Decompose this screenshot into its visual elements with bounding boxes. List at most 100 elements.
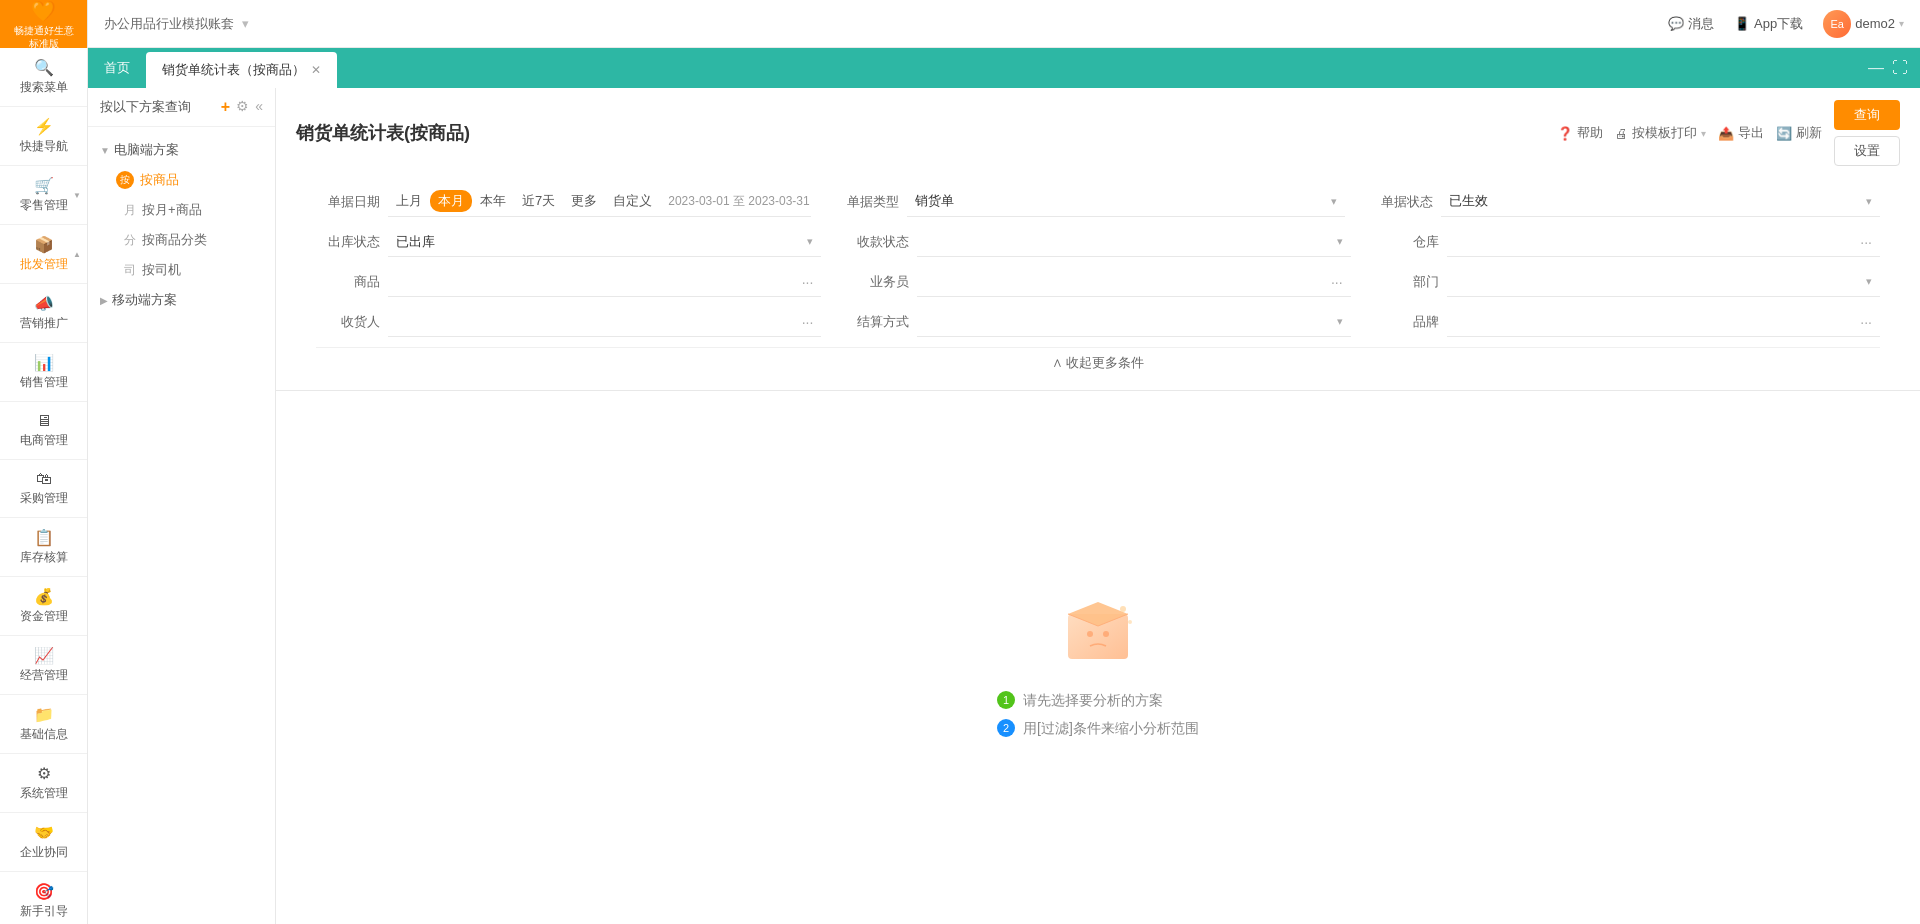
tree-desktop[interactable]: ▼ 电脑端方案 bbox=[88, 135, 275, 165]
tree-mobile[interactable]: ▶ 移动端方案 bbox=[88, 285, 275, 315]
tree-child-by-cashier[interactable]: 司 按司机 bbox=[88, 255, 275, 285]
export-icon: 📤 bbox=[1718, 126, 1734, 141]
sidebar-item-retail[interactable]: 🛒 零售管理 bbox=[0, 166, 87, 225]
sidebar-item-cooperation[interactable]: 🤝 企业协同 bbox=[0, 813, 87, 872]
tree-arrow-down-icon: ▼ bbox=[100, 145, 110, 156]
phone-icon: 📱 bbox=[1734, 16, 1750, 31]
tab-bar: 首页 销货单统计表（按商品） ✕ — ⛶ bbox=[88, 48, 1920, 88]
filter-row-4: 收货人 ··· 结算方式 ▾ 品牌 ··· bbox=[316, 307, 1880, 337]
status-dropdown-icon: ▾ bbox=[1866, 195, 1872, 208]
brand-filter[interactable]: ··· bbox=[1447, 307, 1880, 337]
date-tab-last-month[interactable]: 上月 bbox=[388, 190, 430, 212]
tab-minimize-icon[interactable]: — bbox=[1868, 59, 1884, 77]
date-tab-this-month[interactable]: 本月 bbox=[430, 190, 472, 212]
top-header: 办公用品行业模拟账套 ▾ 💬 消息 📱 App下载 Ea demo2 ▾ bbox=[88, 0, 1920, 48]
sidebar-item-marketing[interactable]: 📣 营销推广 bbox=[0, 284, 87, 343]
scheme-icon-month: 月 bbox=[124, 202, 136, 219]
newguide-icon: 🎯 bbox=[34, 882, 54, 901]
date-tab-this-year[interactable]: 本年 bbox=[472, 190, 514, 212]
status-filter[interactable]: 已生效 ▾ bbox=[1441, 187, 1880, 217]
query-button[interactable]: 查询 bbox=[1834, 100, 1900, 130]
page-header: 销货单统计表(按商品) ❓ 帮助 🖨 按模板打印 ▾ 📤 bbox=[276, 88, 1920, 391]
date-tab-7days[interactable]: 近7天 bbox=[514, 190, 563, 212]
breadcrumb-arrow: ▾ bbox=[242, 16, 249, 31]
avatar: Ea bbox=[1823, 10, 1851, 38]
date-tab-custom[interactable]: 自定义 bbox=[605, 190, 660, 212]
sidebar-item-wholesale[interactable]: 📦 批发管理 bbox=[0, 225, 87, 284]
help-btn[interactable]: ❓ 帮助 bbox=[1557, 124, 1603, 142]
tip-number-1: 1 bbox=[997, 691, 1015, 709]
print-btn[interactable]: 🖨 按模板打印 ▾ bbox=[1615, 124, 1706, 142]
receiver-filter[interactable]: ··· bbox=[388, 307, 821, 337]
sidebar-item-finance[interactable]: 💰 资金管理 bbox=[0, 577, 87, 636]
sidebar-item-purchase[interactable]: 🛍 采购管理 bbox=[0, 460, 87, 518]
payment-dropdown-icon: ▾ bbox=[1337, 235, 1343, 248]
query-settings-group: 查询 设置 bbox=[1834, 100, 1900, 166]
dept-filter[interactable]: ▾ bbox=[1447, 267, 1880, 297]
salesperson-filter[interactable]: ··· bbox=[917, 267, 1350, 297]
collapse-bar[interactable]: ∧ 收起更多条件 bbox=[316, 347, 1880, 378]
sidebar-item-inventory[interactable]: 📋 库存核算 bbox=[0, 518, 87, 577]
sidebar-item-quick[interactable]: ⚡ 快捷导航 bbox=[0, 107, 87, 166]
tip-number-2: 2 bbox=[997, 719, 1015, 737]
help-icon: ❓ bbox=[1557, 126, 1573, 141]
config-scheme-btn[interactable]: ⚙ bbox=[236, 98, 249, 116]
filter-area: 单据日期 上月 本月 本年 近7天 更多 自定义 2023-03-01 至 20… bbox=[296, 174, 1900, 390]
add-scheme-btn[interactable]: + bbox=[221, 98, 230, 116]
chevron-down-icon: ▾ bbox=[1899, 18, 1904, 29]
tree-arrow-right-icon: ▶ bbox=[100, 295, 108, 306]
header-left: 办公用品行业模拟账套 ▾ bbox=[104, 15, 249, 33]
settlement-label: 结算方式 bbox=[845, 313, 917, 331]
sidebar-item-operations[interactable]: 📈 经营管理 bbox=[0, 636, 87, 695]
export-btn[interactable]: 📤 导出 bbox=[1718, 124, 1764, 142]
tab-close-icon[interactable]: ✕ bbox=[311, 63, 321, 77]
out-dropdown-icon: ▾ bbox=[807, 235, 813, 248]
type-value: 销货单 bbox=[915, 192, 954, 210]
sidebar-item-system[interactable]: ⚙ 系统管理 bbox=[0, 754, 87, 813]
receiver-label: 收货人 bbox=[316, 313, 388, 331]
sidebar-item-newguide[interactable]: 🎯 新手引导 bbox=[0, 872, 87, 924]
out-value: 已出库 bbox=[396, 233, 435, 251]
sidebar-item-ecommerce[interactable]: 🖥 电商管理 bbox=[0, 402, 87, 460]
empty-tips: 1 请先选择要分析的方案 2 用[过滤]条件来缩小分析范围 bbox=[997, 686, 1199, 742]
warehouse-filter[interactable]: ··· bbox=[1447, 227, 1880, 257]
filter-row-1: 单据日期 上月 本月 本年 近7天 更多 自定义 2023-03-01 至 20… bbox=[316, 186, 1880, 217]
tree-child-by-category[interactable]: 分 按商品分类 bbox=[88, 225, 275, 255]
date-label: 单据日期 bbox=[316, 193, 388, 211]
sidebar-item-basics[interactable]: 📁 基础信息 bbox=[0, 695, 87, 754]
header-right: 💬 消息 📱 App下载 Ea demo2 ▾ bbox=[1668, 10, 1904, 38]
tab-report[interactable]: 销货单统计表（按商品） ✕ bbox=[146, 52, 337, 88]
main-content: 销货单统计表(按商品) ❓ 帮助 🖨 按模板打印 ▾ 📤 bbox=[276, 88, 1920, 924]
app-download-btn[interactable]: 📱 App下载 bbox=[1734, 15, 1803, 33]
out-filter[interactable]: 已出库 ▾ bbox=[388, 227, 821, 257]
tree-child-by-month-product[interactable]: 月 按月+商品 bbox=[88, 195, 275, 225]
product-dots-icon[interactable]: ··· bbox=[802, 274, 814, 290]
product-filter[interactable]: ··· bbox=[388, 267, 821, 297]
type-dropdown-icon: ▾ bbox=[1331, 195, 1337, 208]
collapse-sidebar-btn[interactable]: « bbox=[255, 98, 263, 116]
user-menu[interactable]: Ea demo2 ▾ bbox=[1823, 10, 1904, 38]
receiver-dots-icon[interactable]: ··· bbox=[802, 314, 814, 330]
sidebar-item-sales[interactable]: 📊 销售管理 bbox=[0, 343, 87, 402]
brand-dots-icon[interactable]: ··· bbox=[1860, 314, 1872, 330]
refresh-btn[interactable]: 🔄 刷新 bbox=[1776, 124, 1822, 142]
payment-filter[interactable]: ▾ bbox=[917, 227, 1350, 257]
type-filter[interactable]: 销货单 ▾ bbox=[907, 187, 1346, 217]
basics-icon: 📁 bbox=[34, 705, 54, 724]
tab-expand-icon[interactable]: ⛶ bbox=[1892, 59, 1908, 77]
type-label: 单据类型 bbox=[835, 193, 907, 211]
message-icon: 💬 bbox=[1668, 16, 1684, 31]
sidebar-actions: + ⚙ « bbox=[221, 98, 263, 116]
settlement-filter[interactable]: ▾ bbox=[917, 307, 1350, 337]
tree-child-by-product[interactable]: 按 按商品 bbox=[88, 165, 275, 195]
message-btn[interactable]: 💬 消息 bbox=[1668, 15, 1714, 33]
sidebar-item-search[interactable]: 🔍 搜索菜单 bbox=[0, 48, 87, 107]
tab-home[interactable]: 首页 bbox=[88, 48, 146, 88]
salesperson-dots-icon[interactable]: ··· bbox=[1331, 274, 1343, 290]
settings-button[interactable]: 设置 bbox=[1834, 136, 1900, 166]
date-tab-more[interactable]: 更多 bbox=[563, 190, 605, 212]
status-label: 单据状态 bbox=[1369, 193, 1441, 211]
warehouse-dots-icon[interactable]: ··· bbox=[1860, 234, 1872, 250]
empty-state: 1 请先选择要分析的方案 2 用[过滤]条件来缩小分析范围 bbox=[276, 391, 1920, 924]
scheme-icon-product: 按 bbox=[116, 171, 134, 189]
